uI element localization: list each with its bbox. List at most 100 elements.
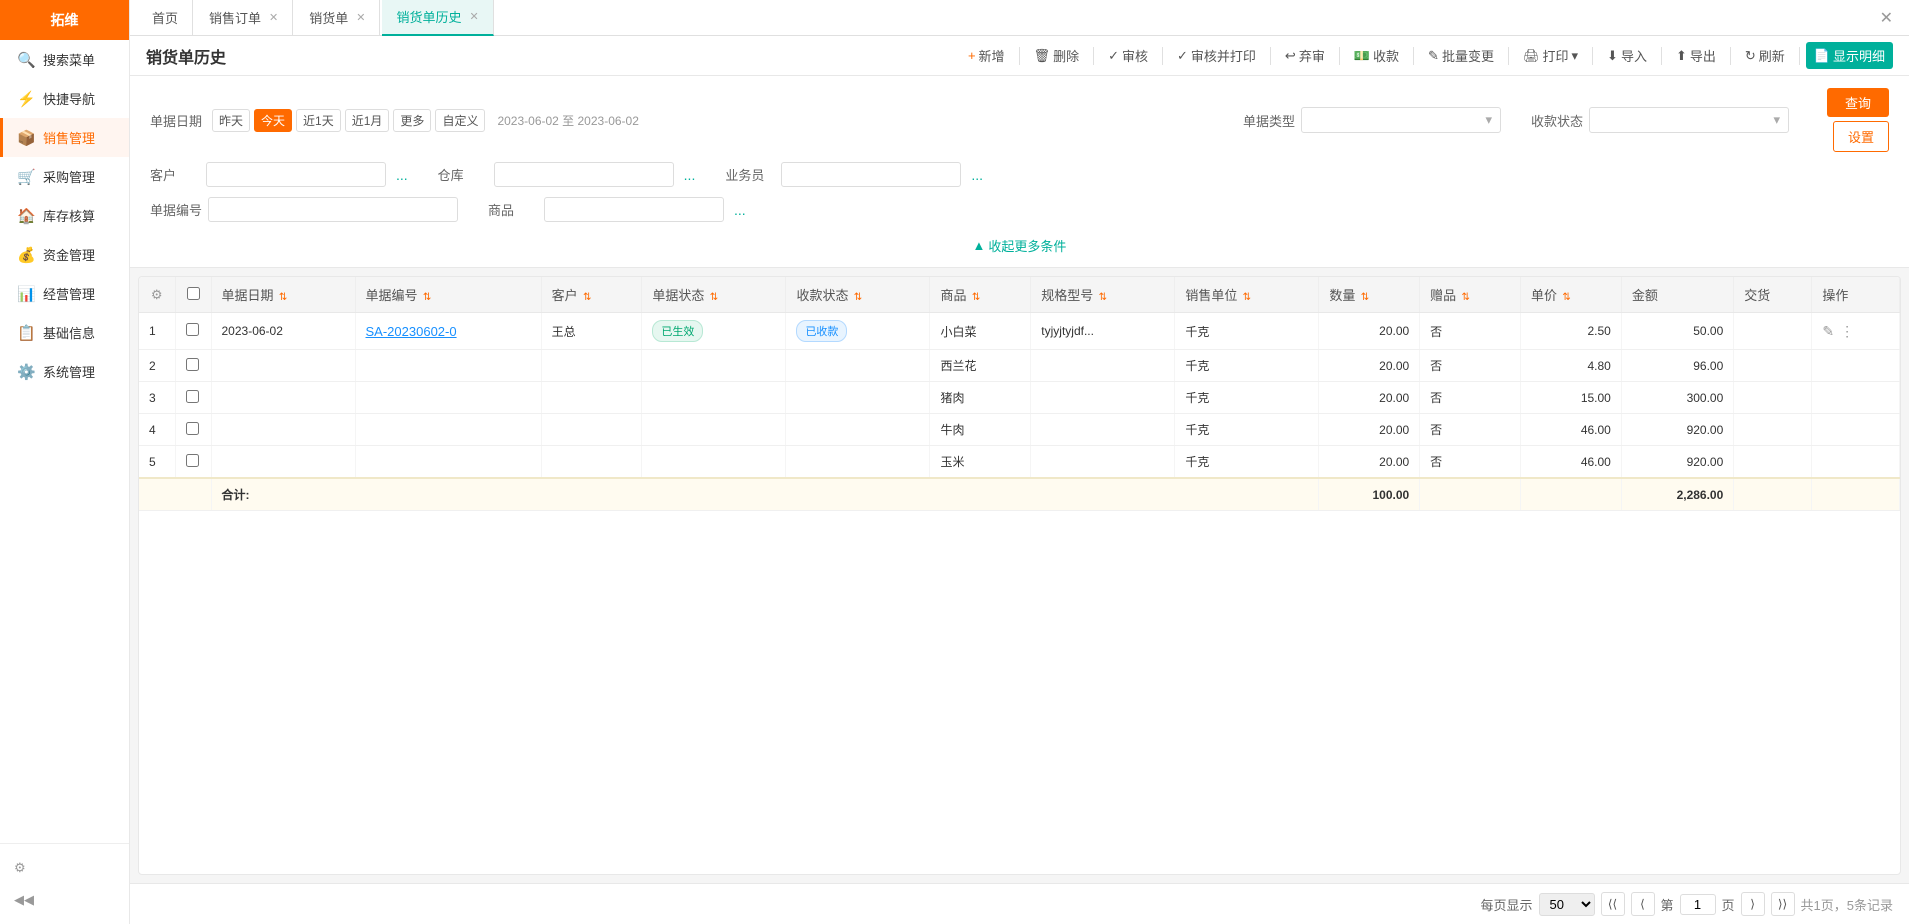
refresh-button[interactable]: ↻ 刷新 bbox=[1737, 42, 1793, 69]
row-checkbox[interactable] bbox=[186, 323, 199, 336]
batch-change-button[interactable]: ✎ 批量变更 bbox=[1420, 42, 1502, 69]
tab-sales-delivery[interactable]: 销货单 ✕ bbox=[295, 0, 380, 36]
col-customer[interactable]: 客户 ⇅ bbox=[541, 277, 642, 313]
sidebar-collapse-btn[interactable]: ◀◀ bbox=[0, 884, 129, 916]
collection-status-select[interactable]: ▾ bbox=[1589, 107, 1789, 133]
col-doc-date[interactable]: 单据日期 ⇅ bbox=[211, 277, 355, 313]
row-checkbox-cell[interactable] bbox=[175, 446, 211, 479]
col-settings[interactable]: ⚙ bbox=[139, 277, 175, 313]
row-checkbox-cell[interactable] bbox=[175, 350, 211, 382]
delete-button[interactable]: 🗑 删除 bbox=[1026, 42, 1088, 69]
per-page-select[interactable]: 50 100 200 bbox=[1539, 893, 1595, 916]
sort-icon-8: ⇅ bbox=[1243, 292, 1251, 303]
warehouse-input[interactable] bbox=[494, 162, 674, 187]
toolbar-sep-6 bbox=[1413, 47, 1414, 65]
sidebar-item-quick-nav[interactable]: ⚡ 快捷导航 bbox=[0, 79, 129, 118]
last-page-btn[interactable]: ⟩⟩ bbox=[1771, 892, 1795, 916]
sidebar-item-sales-mgmt[interactable]: 📦 销售管理 bbox=[0, 118, 129, 157]
sidebar-item-inventory[interactable]: 🏠 库存核算 bbox=[0, 196, 129, 235]
customer-ellipsis[interactable]: ... bbox=[396, 167, 408, 183]
toolbar-sep-1 bbox=[1019, 47, 1020, 65]
today-btn[interactable]: 今天 bbox=[254, 109, 292, 132]
edit-action-icon[interactable]: ✎ bbox=[1822, 323, 1834, 340]
select-all-checkbox[interactable] bbox=[187, 287, 200, 300]
audit-print-button[interactable]: ✓ 审核并打印 bbox=[1169, 42, 1264, 69]
row-checkbox[interactable] bbox=[186, 454, 199, 467]
sidebar-item-basic-info[interactable]: 📋 基础信息 bbox=[0, 313, 129, 352]
customer-label: 客户 bbox=[150, 165, 200, 184]
row-checkbox[interactable] bbox=[186, 390, 199, 403]
import-button[interactable]: ⬇ 导入 bbox=[1599, 42, 1655, 69]
tab-home[interactable]: 首页 bbox=[138, 0, 193, 36]
sidebar-item-search-menu[interactable]: 🔍 搜索菜单 bbox=[0, 40, 129, 79]
sidebar-item-system-mgmt[interactable]: ⚙️ 系统管理 bbox=[0, 352, 129, 391]
salesperson-ellipsis[interactable]: ... bbox=[971, 167, 983, 183]
row-doc-number[interactable]: SA-20230602-0 bbox=[355, 313, 541, 350]
7days-btn[interactable]: 近1天 bbox=[296, 109, 341, 132]
doc-type-select[interactable]: ▾ bbox=[1301, 107, 1501, 133]
tab-close-all[interactable]: ✕ bbox=[1872, 8, 1901, 28]
row-transaction bbox=[1734, 414, 1812, 446]
prev-page-btn[interactable]: ⟨ bbox=[1631, 892, 1655, 916]
doc-number-link[interactable]: SA-20230602-0 bbox=[366, 324, 457, 339]
cart-icon: 🛒 bbox=[17, 168, 35, 186]
footer-price-cell bbox=[1521, 478, 1622, 511]
yesterday-btn[interactable]: 昨天 bbox=[212, 109, 250, 132]
1month-btn[interactable]: 近1月 bbox=[345, 109, 390, 132]
col-checkbox[interactable] bbox=[175, 277, 211, 313]
collect-button[interactable]: 💵 收款 bbox=[1346, 42, 1407, 69]
custom-btn[interactable]: 自定义 bbox=[435, 109, 485, 132]
audit-button[interactable]: ✓ 审核 bbox=[1100, 42, 1156, 69]
filter-doc-type-field: 单据类型 ▾ bbox=[1243, 107, 1501, 133]
discard-button[interactable]: ↩ 弃审 bbox=[1277, 42, 1333, 69]
print-button[interactable]: 🖨 打印 ▾ bbox=[1515, 42, 1586, 69]
col-goods[interactable]: 商品 ⇅ bbox=[930, 277, 1031, 313]
col-collection-status[interactable]: 收款状态 ⇅ bbox=[786, 277, 930, 313]
print-icon: 🖨 bbox=[1523, 48, 1540, 64]
export-button[interactable]: ⬆ 导出 bbox=[1668, 42, 1724, 69]
warehouse-ellipsis[interactable]: ... bbox=[684, 167, 696, 183]
query-button[interactable]: 查询 bbox=[1827, 88, 1889, 117]
row-amount: 920.00 bbox=[1621, 446, 1733, 479]
set-button[interactable]: 设置 bbox=[1833, 121, 1889, 152]
row-checkbox[interactable] bbox=[186, 422, 199, 435]
doc-number-input[interactable] bbox=[208, 197, 458, 222]
tab-sales-history-close[interactable]: ✕ bbox=[470, 10, 479, 23]
table-settings-icon[interactable]: ⚙ bbox=[151, 287, 163, 302]
col-sales-unit[interactable]: 销售单位 ⇅ bbox=[1175, 277, 1319, 313]
row-customer bbox=[541, 350, 642, 382]
col-gift[interactable]: 赠品 ⇅ bbox=[1420, 277, 1521, 313]
tab-sales-order-close[interactable]: ✕ bbox=[269, 11, 278, 24]
more-action-icon[interactable]: ⋮ bbox=[1840, 323, 1854, 340]
col-spec[interactable]: 规格型号 ⇅ bbox=[1031, 277, 1175, 313]
tab-sales-delivery-close[interactable]: ✕ bbox=[356, 11, 365, 24]
goods-ellipsis[interactable]: ... bbox=[734, 202, 746, 218]
row-checkbox[interactable] bbox=[186, 358, 199, 371]
col-doc-number[interactable]: 单据编号 ⇅ bbox=[355, 277, 541, 313]
page-input[interactable]: 1 bbox=[1680, 894, 1716, 915]
col-doc-status[interactable]: 单据状态 ⇅ bbox=[642, 277, 786, 313]
next-page-btn[interactable]: ⟩ bbox=[1741, 892, 1765, 916]
sidebar-settings-btn[interactable]: ⚙ bbox=[0, 852, 129, 884]
sidebar-item-purchase-mgmt[interactable]: 🛒 采购管理 bbox=[0, 157, 129, 196]
salesperson-input[interactable] bbox=[781, 162, 961, 187]
sidebar-item-finance[interactable]: 💰 资金管理 bbox=[0, 235, 129, 274]
detail-icon: 📄 bbox=[1814, 48, 1830, 64]
more-btn[interactable]: 更多 bbox=[393, 109, 431, 132]
show-detail-button[interactable]: 📄 显示明细 bbox=[1806, 42, 1893, 69]
col-quantity[interactable]: 数量 ⇅ bbox=[1319, 277, 1420, 313]
date-quick-buttons: 昨天 今天 近1天 近1月 更多 自定义 bbox=[212, 109, 485, 132]
more-conditions-toggle[interactable]: ▲ 收起更多条件 bbox=[973, 236, 1067, 255]
row-goods: 小白菜 bbox=[930, 313, 1031, 350]
row-checkbox-cell[interactable] bbox=[175, 382, 211, 414]
goods-input[interactable] bbox=[544, 197, 724, 222]
sidebar-item-operations[interactable]: 📊 经营管理 bbox=[0, 274, 129, 313]
row-checkbox-cell[interactable] bbox=[175, 313, 211, 350]
new-button[interactable]: + 新增 bbox=[960, 42, 1013, 69]
row-checkbox-cell[interactable] bbox=[175, 414, 211, 446]
tab-sales-history[interactable]: 销货单历史 ✕ bbox=[382, 0, 493, 36]
tab-sales-order[interactable]: 销售订单 ✕ bbox=[195, 0, 293, 36]
col-unit-price[interactable]: 单价 ⇅ bbox=[1521, 277, 1622, 313]
customer-input[interactable] bbox=[206, 162, 386, 187]
first-page-btn[interactable]: ⟨⟨ bbox=[1601, 892, 1625, 916]
